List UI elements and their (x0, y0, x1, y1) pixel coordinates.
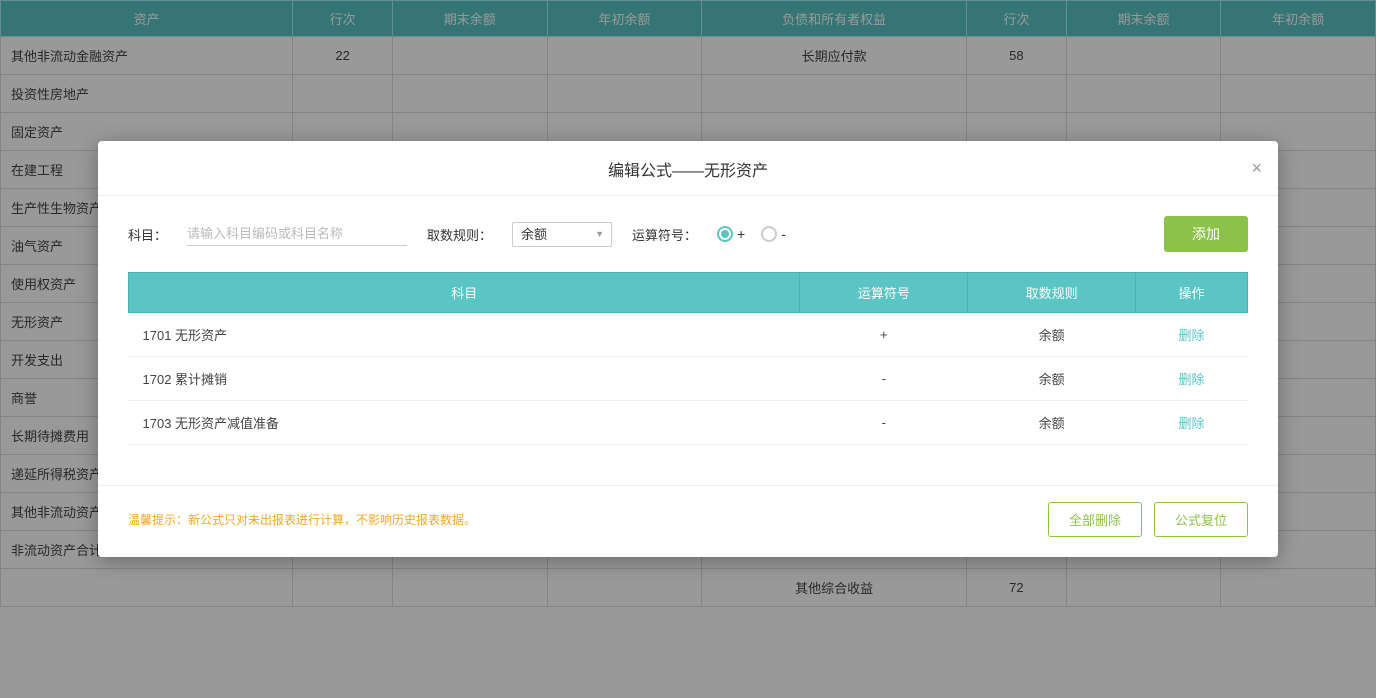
formula-subject-0: 1701 无形资产 (129, 313, 800, 357)
rule-label: 取数规则： (427, 225, 492, 244)
formula-rule-0: 余额 (968, 313, 1136, 357)
footer-buttons: 全部删除 公式复位 (1048, 502, 1248, 537)
warning-text: 温馨提示：新公式只对未出报表进行计算，不影响历史报表数据。 (128, 511, 476, 528)
delete-all-button[interactable]: 全部删除 (1048, 502, 1142, 537)
formula-subject-2: 1703 无形资产减值准备 (129, 401, 800, 445)
formula-action-2: 删除 (1136, 401, 1248, 445)
modal-title: 编辑公式——无形资产 (608, 163, 768, 180)
formula-rule-1: 余额 (968, 357, 1136, 401)
table-header-action: 操作 (1136, 273, 1248, 313)
formula-action-1: 删除 (1136, 357, 1248, 401)
formula-table: 科目 运算符号 取数规则 操作 1701 无形资产+余额删除1702 累计摊销-… (128, 272, 1248, 445)
reset-button[interactable]: 公式复位 (1154, 502, 1248, 537)
modal-header: 编辑公式——无形资产 × (98, 141, 1278, 196)
formula-operator-2: - (800, 401, 968, 445)
formula-table-row: 1703 无形资产减值准备-余额 删除 (129, 401, 1248, 445)
modal-footer: 温馨提示：新公式只对未出报表进行计算，不影响历史报表数据。 全部删除 公式复位 (98, 486, 1278, 557)
radio-minus-circle (761, 226, 777, 242)
form-row: 科目： 取数规则： 余额 借方发生额 贷方发生额 运算符号： + (128, 216, 1248, 252)
radio-plus-circle (717, 226, 733, 242)
formula-table-row: 1701 无形资产+余额 删除 (129, 313, 1248, 357)
rule-select-wrap: 余额 借方发生额 贷方发生额 (512, 222, 612, 247)
modal-overlay: 编辑公式——无形资产 × 科目： 取数规则： 余额 借方发生额 贷方发生额 运算… (0, 0, 1376, 698)
modal-body: 科目： 取数规则： 余额 借方发生额 贷方发生额 运算符号： + (98, 196, 1278, 485)
radio-group: + - (717, 226, 786, 242)
table-header-subject: 科目 (129, 273, 800, 313)
radio-minus-label: - (781, 226, 786, 242)
modal-dialog: 编辑公式——无形资产 × 科目： 取数规则： 余额 借方发生额 贷方发生额 运算… (98, 141, 1278, 557)
delete-link-2[interactable]: 删除 (1179, 416, 1205, 431)
radio-plus[interactable]: + (717, 226, 745, 242)
delete-link-1[interactable]: 删除 (1179, 372, 1205, 387)
formula-operator-1: - (800, 357, 968, 401)
delete-link-0[interactable]: 删除 (1179, 328, 1205, 343)
formula-rule-2: 余额 (968, 401, 1136, 445)
formula-action-0: 删除 (1136, 313, 1248, 357)
subject-input[interactable] (187, 222, 407, 246)
radio-plus-label: + (737, 226, 745, 242)
rule-select[interactable]: 余额 借方发生额 贷方发生额 (512, 222, 612, 247)
formula-operator-0: + (800, 313, 968, 357)
operator-label: 运算符号： (632, 225, 697, 244)
formula-subject-1: 1702 累计摊销 (129, 357, 800, 401)
table-header-operator: 运算符号 (800, 273, 968, 313)
subject-label: 科目： (128, 225, 167, 244)
table-header-rule: 取数规则 (968, 273, 1136, 313)
radio-minus[interactable]: - (761, 226, 786, 242)
modal-close-button[interactable]: × (1251, 159, 1262, 177)
formula-table-row: 1702 累计摊销-余额 删除 (129, 357, 1248, 401)
add-button[interactable]: 添加 (1164, 216, 1248, 252)
